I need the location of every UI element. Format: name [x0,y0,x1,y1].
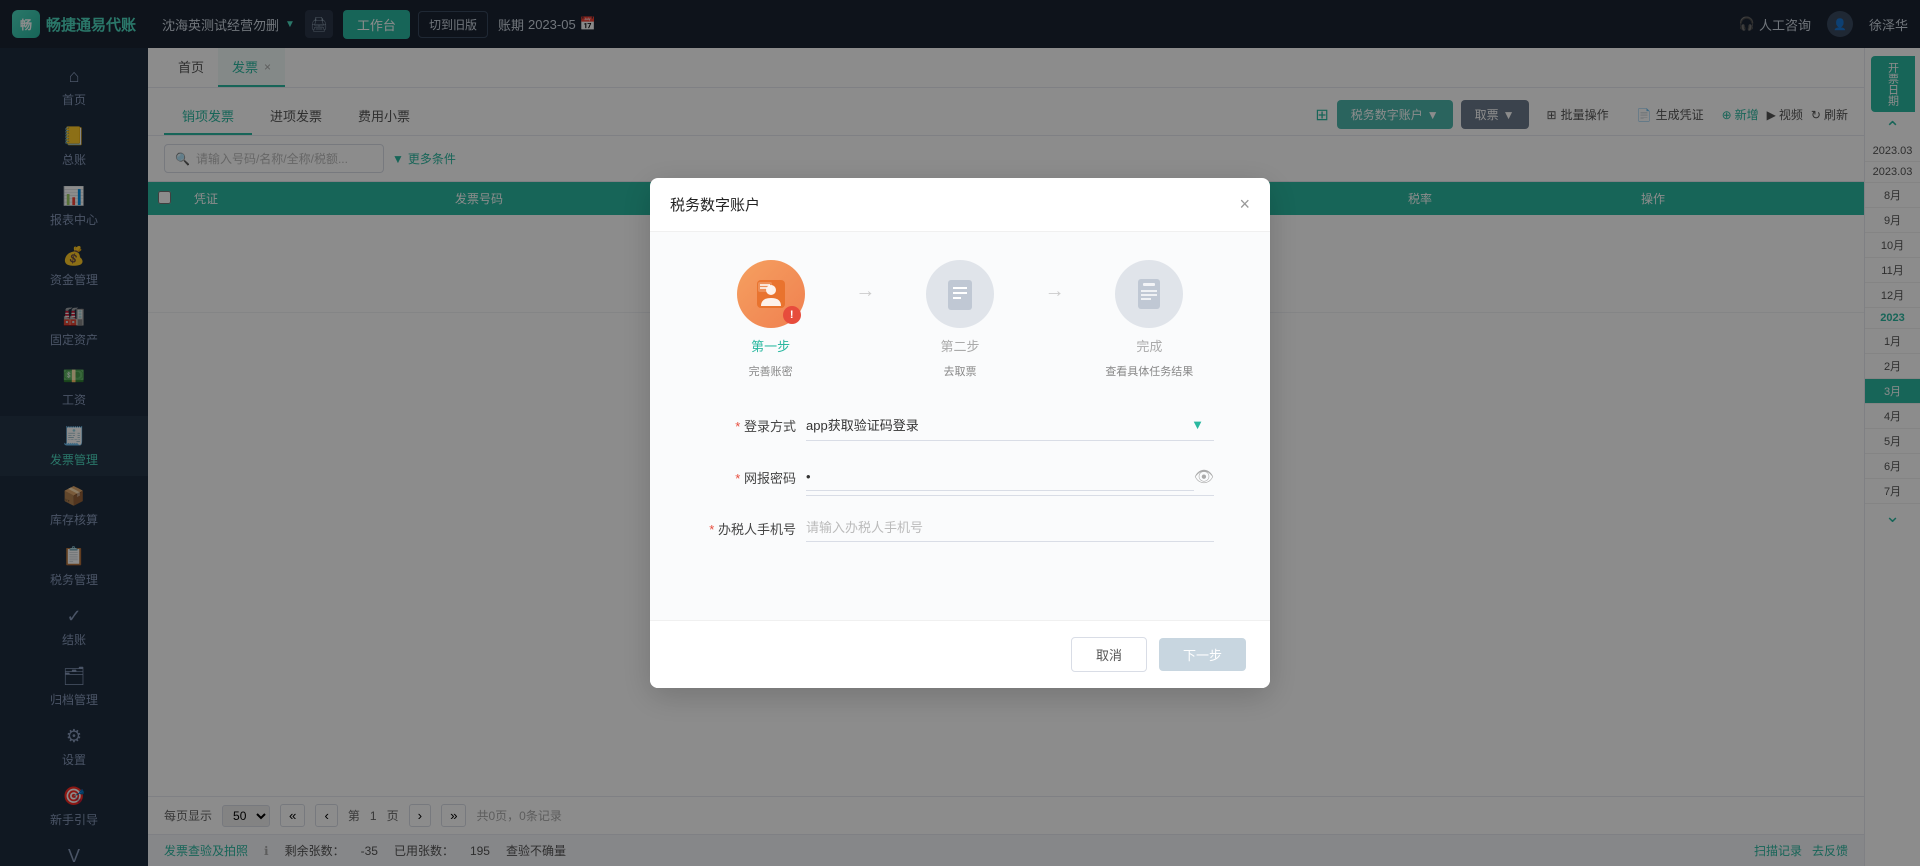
password-input[interactable] [806,463,1194,491]
login-method-select[interactable]: app获取验证码登录 ▼ [806,409,1214,441]
password-label: * 网报密码 [706,468,796,487]
step2-label: 第二步 [940,336,979,355]
login-method-row: * 登录方式 app获取验证码登录 ▼ [706,409,1214,441]
step2-icon [942,276,978,312]
modal-footer: 取消 下一步 [650,620,1270,688]
phone-label: * 办税人手机号 [706,519,796,538]
login-method-label: * 登录方式 [706,416,796,435]
step-2: 第二步 去取票 [875,260,1044,379]
select-dropdown-icon: ▼ [1191,417,1204,432]
spacer [686,560,1234,600]
step3-icon-wrap [1115,260,1183,328]
steps-container: ! 第一步 完善账密 → 第 [686,260,1234,379]
tax-digital-modal: 税务数字账户 × ! [650,178,1270,688]
step2-icon-wrap [926,260,994,328]
step3-icon [1131,276,1167,312]
step1-icon [753,276,789,312]
step1-label: 第一步 [751,336,790,355]
modal-body: ! 第一步 完善账密 → 第 [650,232,1270,620]
next-button[interactable]: 下一步 [1159,638,1246,671]
step-1: ! 第一步 完善账密 [686,260,855,379]
modal-close-button[interactable]: × [1239,194,1250,215]
cancel-button[interactable]: 取消 [1071,637,1147,672]
step3-label: 完成 [1136,336,1162,355]
step1-error-badge: ! [783,306,801,324]
password-row: * 网报密码 👁 [706,459,1214,496]
toggle-password-icon[interactable]: 👁 [1194,467,1214,487]
phone-row: * 办税人手机号 [706,514,1214,542]
form: * 登录方式 app获取验证码登录 ▼ * 网报密码 [686,409,1234,542]
modal-title: 税务数字账户 [670,194,760,215]
step-arrow-2: → [1045,260,1065,303]
step1-desc: 完善账密 [749,363,793,379]
modal-overlay: 税务数字账户 × ! [0,0,1920,866]
modal-header: 税务数字账户 × [650,178,1270,232]
phone-input[interactable] [806,514,1214,542]
step-arrow-1: → [855,260,875,303]
step3-desc: 查看具体任务结果 [1105,363,1193,379]
step2-desc: 去取票 [943,363,976,379]
step-3: 完成 查看具体任务结果 [1065,260,1234,379]
password-input-group: 👁 [806,459,1214,496]
step1-icon-wrap: ! [737,260,805,328]
